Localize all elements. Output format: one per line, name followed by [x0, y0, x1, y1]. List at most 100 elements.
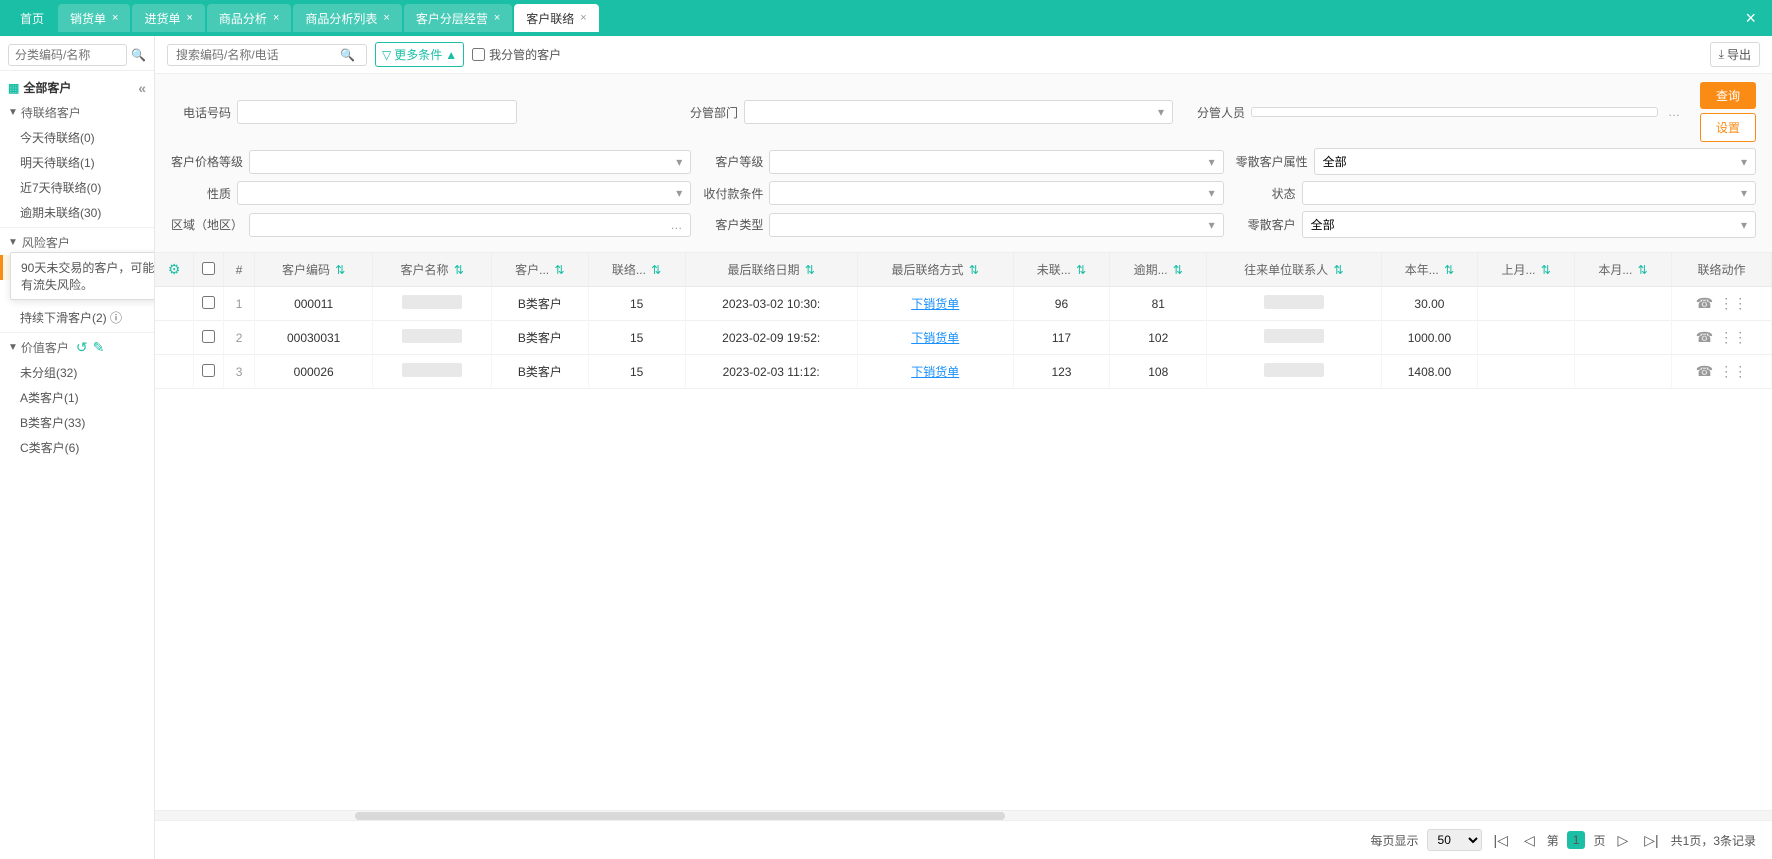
- scrollbar-thumb[interactable]: [355, 812, 1005, 820]
- sidebar-item-ungrouped[interactable]: 未分组(32): [0, 360, 154, 385]
- th-overdue[interactable]: 逾期... ⇅: [1110, 253, 1207, 287]
- row-checkbox-2[interactable]: [202, 364, 215, 377]
- customer-type-select[interactable]: ▾: [769, 213, 1223, 237]
- filter-search-input[interactable]: [176, 48, 336, 62]
- th-last-month[interactable]: 上月... ⇅: [1478, 253, 1575, 287]
- th-no-contact[interactable]: 未联... ⇅: [1013, 253, 1110, 287]
- sidebar-item-class-c[interactable]: C类客户(6): [0, 435, 154, 460]
- status-select[interactable]: ▾: [1302, 181, 1756, 205]
- td-overdue-2: 108: [1110, 355, 1207, 389]
- more-action-icon-0[interactable]: ⋮⋮: [1719, 295, 1747, 312]
- sidebar-search-bar: 🔍: [0, 36, 154, 71]
- contact-type-link-0[interactable]: 下销货单: [911, 297, 959, 311]
- row-checkbox-1[interactable]: [202, 330, 215, 343]
- customer-type-label: 客户类型: [703, 216, 763, 233]
- table-row: 2 00030031 B类客户 15 2023-02-09 19:52: 下销货…: [155, 321, 1772, 355]
- retail-customer-select[interactable]: 全部 ▾: [1302, 211, 1756, 238]
- sidebar-item-declining[interactable]: 持续下滑客户(2) ⓘ: [0, 305, 154, 330]
- sidebar-section-value[interactable]: ▼ 价值客户 ↺ ✎: [0, 335, 154, 360]
- sidebar-search-icon[interactable]: 🔍: [131, 48, 146, 62]
- th-code[interactable]: 客户编码 ⇅: [254, 253, 373, 287]
- tab-analysis-list-label: 商品分析列表: [305, 10, 377, 27]
- my-customers-checkbox[interactable]: [472, 48, 485, 61]
- td-last-contact-type-0[interactable]: 下销货单: [857, 287, 1013, 321]
- dept-select[interactable]: ▾: [744, 100, 1173, 124]
- customer-grade-select[interactable]: ▾: [249, 150, 691, 174]
- filter-search-icon[interactable]: 🔍: [340, 48, 355, 62]
- th-settings[interactable]: ⚙: [155, 253, 194, 287]
- tab-customer-contact[interactable]: 客户联络 ×: [514, 4, 598, 32]
- tab-analysis-list[interactable]: 商品分析列表 ×: [293, 4, 401, 32]
- per-page-select[interactable]: 50 100 200: [1427, 829, 1482, 851]
- sidebar-section-risk[interactable]: ▼ 风险客户 90天未交易的客户，可能有流失风险。: [0, 230, 154, 255]
- th-unit-contact[interactable]: 往来单位联系人 ⇅: [1207, 253, 1381, 287]
- sidebar-item-today[interactable]: 今天待联络(0): [0, 125, 154, 150]
- tab-customer-segment-close[interactable]: ×: [494, 12, 500, 24]
- tab-purchase-close[interactable]: ×: [186, 12, 192, 24]
- settings-button[interactable]: 设置: [1700, 113, 1756, 142]
- sidebar-search-input[interactable]: [8, 44, 127, 66]
- manager-select[interactable]: [1251, 107, 1658, 117]
- tab-customer-segment[interactable]: 客户分层经营 ×: [404, 4, 512, 32]
- page-nav-prev[interactable]: ◁: [1520, 830, 1539, 851]
- sidebar-all-customers[interactable]: ▦ 全部客户 «: [0, 71, 154, 100]
- filter-more-btn[interactable]: ▽ 更多条件 ▲: [375, 42, 464, 67]
- customer-table: ⚙ # 客户编码 ⇅ 客户名称 ⇅ 客户... ⇅ 联络... ⇅ 最后联络日期…: [155, 253, 1772, 389]
- page-nav-next[interactable]: ▷: [1613, 830, 1632, 851]
- tab-customer-contact-close[interactable]: ×: [580, 12, 586, 24]
- more-action-icon-2[interactable]: ⋮⋮: [1719, 363, 1747, 380]
- contact-type-link-1[interactable]: 下销货单: [911, 331, 959, 345]
- sidebar-item-class-b[interactable]: B类客户(33): [0, 410, 154, 435]
- sidebar-item-overdue[interactable]: 逾期未联络(30): [0, 200, 154, 225]
- retail-attr-select[interactable]: 全部 ▾: [1314, 148, 1756, 175]
- th-last-contact-date[interactable]: 最后联络日期 ⇅: [685, 253, 857, 287]
- td-last-contact-type-2[interactable]: 下销货单: [857, 355, 1013, 389]
- sidebar-item-tomorrow[interactable]: 明天待联络(1): [0, 150, 154, 175]
- tab-analysis-close[interactable]: ×: [273, 12, 279, 24]
- sidebar-item-7days[interactable]: 近7天待联络(0): [0, 175, 154, 200]
- export-btn[interactable]: ⤓ 导出: [1710, 42, 1760, 67]
- more-action-icon-1[interactable]: ⋮⋮: [1719, 329, 1747, 346]
- window-close-icon[interactable]: ×: [1737, 8, 1764, 29]
- phone-action-icon-1[interactable]: ☎: [1696, 329, 1713, 346]
- sidebar-item-class-a[interactable]: A类客户(1): [0, 385, 154, 410]
- payment-select[interactable]: ▾: [769, 181, 1223, 205]
- customer-level-select[interactable]: ▾: [769, 150, 1223, 174]
- select-all-checkbox[interactable]: [202, 262, 215, 275]
- page-nav-first[interactable]: |◁: [1490, 830, 1512, 851]
- filter-my-customers[interactable]: 我分管的客户: [472, 46, 561, 63]
- th-contact[interactable]: 联络... ⇅: [588, 253, 685, 287]
- tab-sales[interactable]: 销货单 ×: [58, 4, 130, 32]
- phone-action-icon-0[interactable]: ☎: [1696, 295, 1713, 312]
- td-settings-2: [155, 355, 194, 389]
- table-row: 1 000011 B类客户 15 2023-03-02 10:30: 下销货单 …: [155, 287, 1772, 321]
- tab-purchase[interactable]: 进货单 ×: [132, 4, 204, 32]
- th-last-contact-type[interactable]: 最后联络方式 ⇅: [857, 253, 1013, 287]
- td-last-contact-type-1[interactable]: 下销货单: [857, 321, 1013, 355]
- sidebar-section-pending[interactable]: ▼ 待联络客户: [0, 100, 154, 125]
- th-name[interactable]: 客户名称 ⇅: [373, 253, 492, 287]
- region-select[interactable]: …: [249, 213, 691, 237]
- tab-sales-close[interactable]: ×: [112, 12, 118, 24]
- contact-type-link-2[interactable]: 下销货单: [911, 365, 959, 379]
- refresh-icon[interactable]: ↺: [76, 339, 88, 356]
- th-this-year[interactable]: 本年... ⇅: [1381, 253, 1478, 287]
- filter-row-4: 区域（地区） … 客户类型 ▾ 零散客户 全部: [171, 211, 1756, 238]
- tab-analysis[interactable]: 商品分析 ×: [207, 4, 291, 32]
- sidebar-collapse-icon[interactable]: «: [138, 80, 146, 96]
- table-settings-icon[interactable]: ⚙: [168, 261, 181, 277]
- phone-action-icon-2[interactable]: ☎: [1696, 363, 1713, 380]
- manager-more-icon[interactable]: …: [1668, 105, 1680, 119]
- row-checkbox-0[interactable]: [202, 296, 215, 309]
- th-this-month[interactable]: 本月... ⇅: [1575, 253, 1672, 287]
- th-type[interactable]: 客户... ⇅: [491, 253, 588, 287]
- tab-analysis-list-close[interactable]: ×: [383, 12, 389, 24]
- gender-select[interactable]: ▾: [237, 181, 691, 205]
- page-nav-last[interactable]: ▷|: [1640, 830, 1662, 851]
- query-button[interactable]: 查询: [1700, 82, 1756, 109]
- horizontal-scrollbar[interactable]: [155, 810, 1772, 820]
- region-more-icon[interactable]: …: [670, 218, 682, 232]
- edit-icon[interactable]: ✎: [93, 339, 105, 356]
- phone-input[interactable]: [237, 100, 517, 124]
- tab-home[interactable]: 首页: [8, 4, 56, 32]
